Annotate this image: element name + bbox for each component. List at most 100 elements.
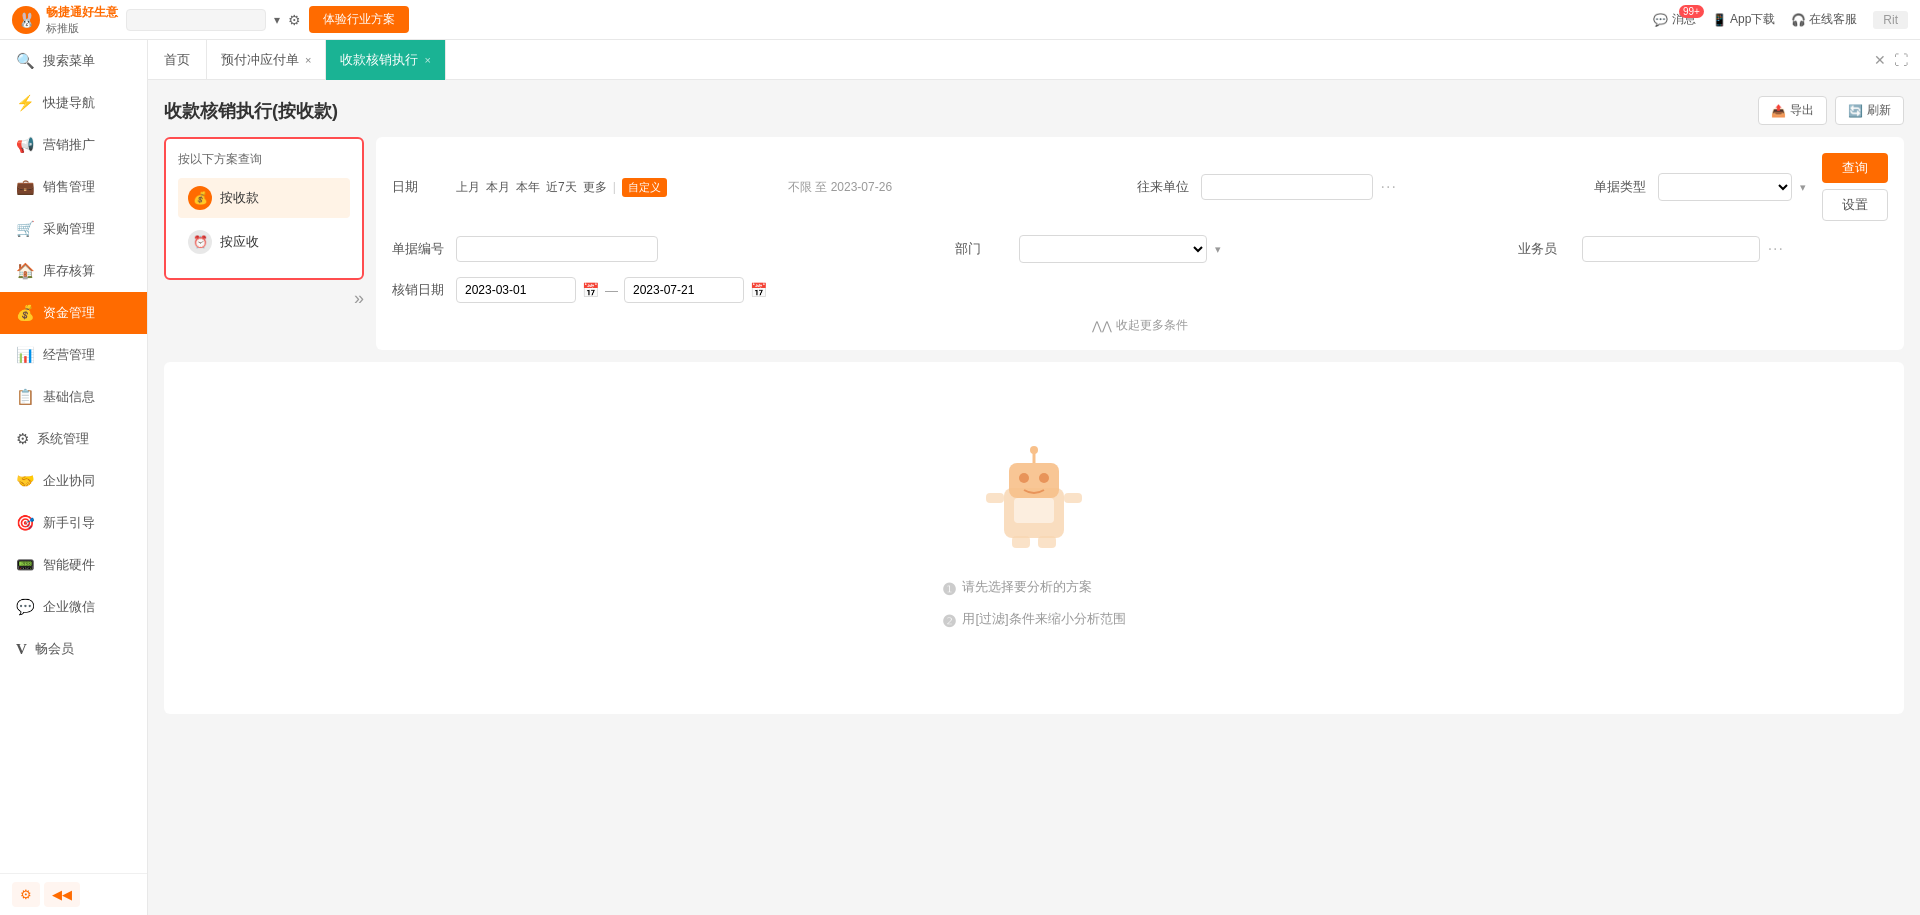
filter-row-1: 日期 上月 本月 本年 近7天 更多 | 自定义 不限 至 2: [392, 153, 1888, 221]
sidebar-item-inventory[interactable]: 🏠 库存核算: [0, 250, 147, 292]
filter-row-3: 核销日期 📅 — 📅: [392, 277, 1888, 303]
doc-type-select[interactable]: [1658, 173, 1792, 201]
guide-icon: 🎯: [16, 514, 35, 532]
sidebar-item-system[interactable]: ⚙ 系统管理: [0, 418, 147, 460]
cancel-date-start-input[interactable]: [456, 277, 576, 303]
dropdown-icon[interactable]: ▾: [274, 13, 280, 27]
doc-no-field: 单据编号: [392, 236, 658, 262]
date-this-month[interactable]: 本月: [486, 179, 510, 196]
collab-icon: 🤝: [16, 472, 35, 490]
logo-icon: 🐰: [12, 6, 40, 34]
svg-point-5: [1030, 446, 1038, 454]
sidebar-settings-button[interactable]: ⚙: [12, 882, 40, 907]
close-window-icon[interactable]: ✕: [1874, 52, 1886, 68]
export-button[interactable]: 📤 导出: [1758, 96, 1827, 125]
ops-icon: 📊: [16, 346, 35, 364]
svg-rect-10: [1014, 498, 1054, 523]
date-this-year[interactable]: 本年: [516, 179, 540, 196]
calendar-end-icon[interactable]: 📅: [750, 282, 767, 298]
empty-tip-1: ❶ 请先选择要分析的方案: [942, 574, 1125, 606]
message-icon: 💬: [1653, 13, 1668, 27]
company-input[interactable]: [126, 9, 266, 31]
tab-receipt-cancel-close[interactable]: ×: [424, 54, 430, 66]
tab-prepay-close[interactable]: ×: [305, 54, 311, 66]
dept-label: 部门: [955, 240, 1011, 258]
sidebar-item-search-menu[interactable]: 🔍 搜索菜单: [0, 40, 147, 82]
filter-sidebar-collapse[interactable]: »: [164, 288, 364, 309]
dept-select[interactable]: [1019, 235, 1207, 263]
doc-type-field: 单据类型 ▾: [1594, 173, 1806, 201]
settings-button[interactable]: 设置: [1822, 189, 1888, 221]
tab-home[interactable]: 首页: [148, 40, 207, 80]
tab-prepay-label: 预付冲应付单: [221, 51, 299, 69]
sidebar-item-purchase[interactable]: 🛒 采购管理: [0, 208, 147, 250]
filter-option-by-payable[interactable]: ⏰ 按应收: [178, 222, 350, 262]
finance-icon: 💰: [16, 304, 35, 322]
quick-nav-icon: ⚡: [16, 94, 35, 112]
empty-tips: ❶ 请先选择要分析的方案 ❷ 用[过滤]条件来缩小分析范围: [942, 574, 1125, 638]
sidebar-item-wechat[interactable]: 💬 企业微信: [0, 586, 147, 628]
date-label: 日期: [392, 178, 448, 196]
tab-prepay[interactable]: 预付冲应付单 ×: [207, 40, 326, 80]
sidebar-item-ops[interactable]: 📊 经营管理: [0, 334, 147, 376]
date-last-month[interactable]: 上月: [456, 179, 480, 196]
marketing-icon: 📢: [16, 136, 35, 154]
svg-rect-9: [1064, 493, 1082, 503]
sidebar: 🔍 搜索菜单 ⚡ 快捷导航 📢 营销推广 💼 销售管理 🛒 采购管理 🏠 库存核…: [0, 40, 148, 915]
empty-illustration: [974, 438, 1094, 558]
app-name: 畅捷通好生意 标推版: [46, 4, 118, 36]
sidebar-item-member[interactable]: V 畅会员: [0, 628, 147, 670]
sidebar-item-collab[interactable]: 🤝 企业协同: [0, 460, 147, 502]
sidebar-item-sales[interactable]: 💼 销售管理: [0, 166, 147, 208]
date-shortcuts: 上月 本月 本年 近7天 更多 | 自定义: [456, 178, 667, 197]
staff-input[interactable]: [1582, 236, 1759, 262]
message-button[interactable]: 💬 消息 99+: [1653, 11, 1696, 28]
sidebar-item-guide[interactable]: 🎯 新手引导: [0, 502, 147, 544]
sidebar-item-finance[interactable]: 💰 资金管理: [0, 292, 147, 334]
partner-input[interactable]: [1201, 174, 1373, 200]
page-content: 收款核销执行(按收款) 📤 导出 🔄 刷新 按以: [148, 80, 1920, 915]
collapse-more-button[interactable]: ⋀⋀ 收起更多条件: [1092, 317, 1188, 334]
export-icon: 📤: [1771, 104, 1786, 118]
sidebar-label-wechat: 企业微信: [43, 598, 95, 616]
refresh-button[interactable]: 🔄 刷新: [1835, 96, 1904, 125]
sidebar-item-hardware[interactable]: 📟 智能硬件: [0, 544, 147, 586]
user-menu[interactable]: Rit: [1873, 11, 1908, 29]
partner-more-icon[interactable]: ···: [1381, 178, 1397, 196]
sidebar-bottom: ⚙ ◀◀: [0, 873, 147, 915]
tip-num-2: ❷: [942, 606, 956, 638]
sidebar-collapse-button[interactable]: ◀◀: [44, 882, 80, 907]
date-sep: |: [613, 180, 616, 194]
sidebar-item-quick-nav[interactable]: ⚡ 快捷导航: [0, 82, 147, 124]
date-last-7-days[interactable]: 近7天: [546, 179, 577, 196]
date-custom-badge[interactable]: 自定义: [622, 178, 667, 197]
app-download-button[interactable]: 📱 App下载: [1712, 11, 1775, 28]
expand-window-icon[interactable]: ⛶: [1894, 52, 1908, 68]
refresh-icon: 🔄: [1848, 104, 1863, 118]
cancel-date-end-input[interactable]: [624, 277, 744, 303]
tab-receipt-cancel[interactable]: 收款核销执行 ×: [326, 40, 445, 80]
tip-text-1: 请先选择要分析的方案: [962, 574, 1092, 600]
date-field: 日期 上月 本月 本年 近7天 更多 | 自定义: [392, 178, 772, 197]
solution-button[interactable]: 体验行业方案: [309, 6, 409, 33]
tab-window-buttons: ✕ ⛶: [1862, 52, 1920, 68]
doc-no-input[interactable]: [456, 236, 658, 262]
sidebar-label-hardware: 智能硬件: [43, 556, 95, 574]
sidebar-item-marketing[interactable]: 📢 营销推广: [0, 124, 147, 166]
content-main: ❶ 请先选择要分析的方案 ❷ 用[过滤]条件来缩小分析范围: [164, 362, 1904, 714]
online-service-button[interactable]: 🎧 在线客服: [1791, 11, 1857, 28]
staff-more-icon[interactable]: ···: [1768, 240, 1784, 258]
query-button[interactable]: 查询: [1822, 153, 1888, 183]
sidebar-label-ops: 经营管理: [43, 346, 95, 364]
message-badge: 99+: [1679, 5, 1704, 18]
sidebar-label-marketing: 营销推广: [43, 136, 95, 154]
calendar-start-icon[interactable]: 📅: [582, 282, 599, 298]
date-more[interactable]: 更多: [583, 179, 607, 196]
gear-icon[interactable]: ⚙: [288, 12, 301, 28]
sidebar-item-basic[interactable]: 📋 基础信息: [0, 376, 147, 418]
query-button-container: 查询 设置: [1822, 153, 1888, 221]
svg-point-3: [1039, 473, 1049, 483]
topbar-right: 💬 消息 99+ 📱 App下载 🎧 在线客服 Rit: [1653, 11, 1908, 29]
filter-option-by-receipt[interactable]: 💰 按收款: [178, 178, 350, 218]
sidebar-label-finance: 资金管理: [43, 304, 95, 322]
